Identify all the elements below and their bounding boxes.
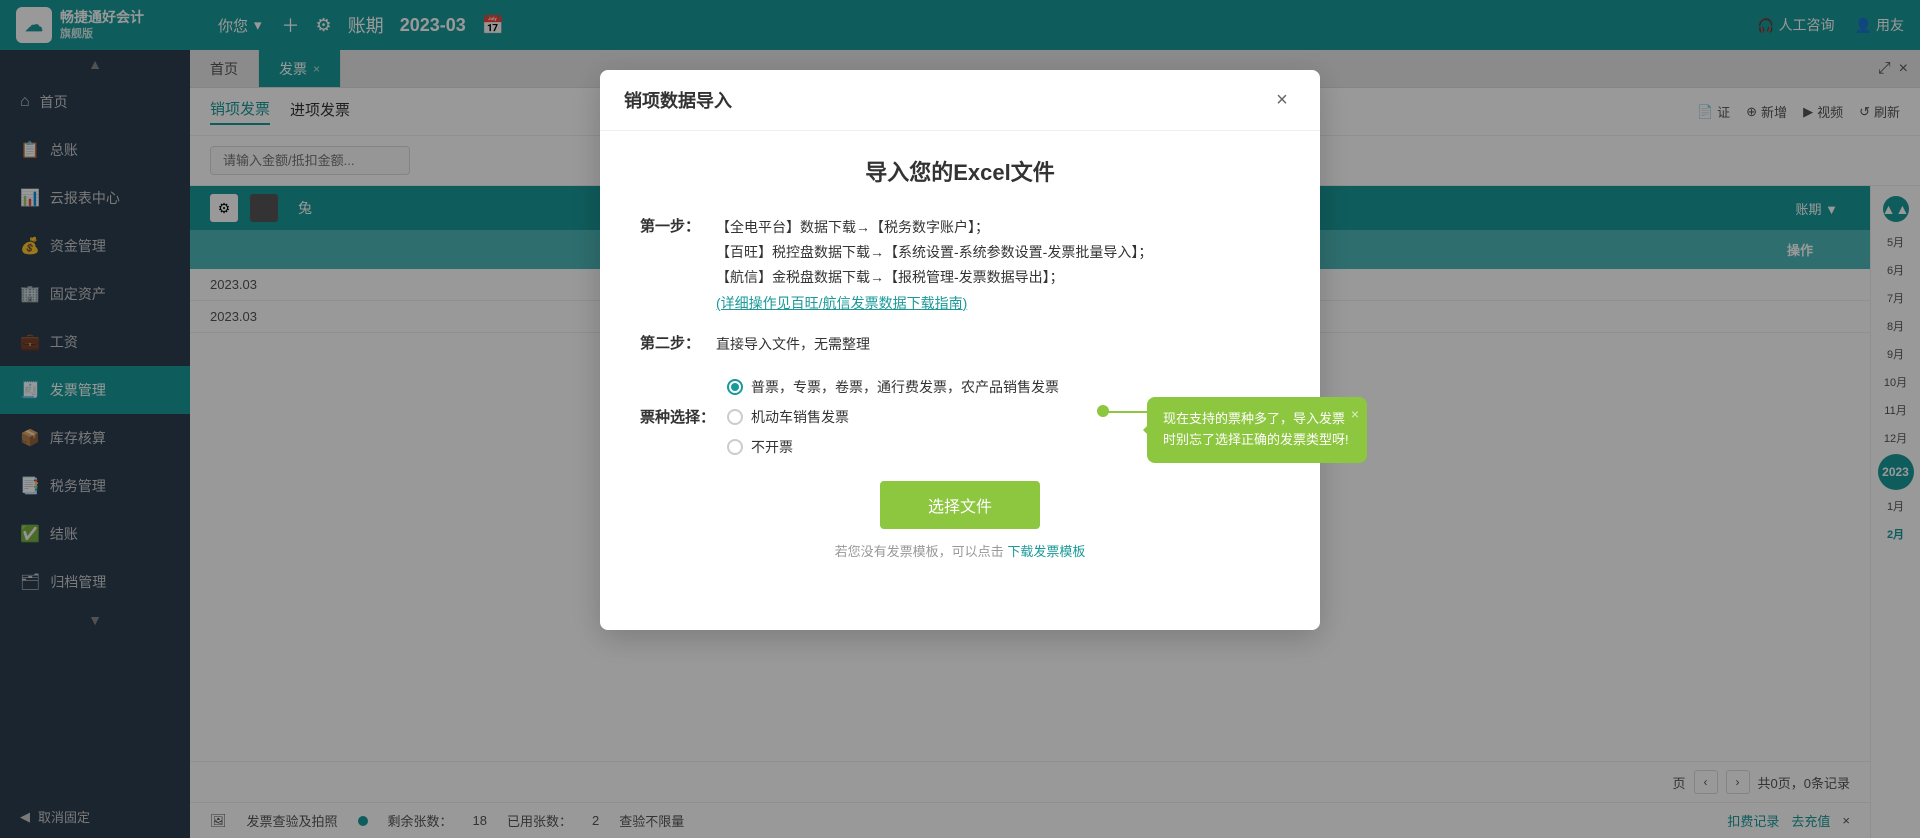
ticket-selection-row: 票种选择： 普票，专票，卷票，通行费发票，农产品销售发票 机动车销售发票	[640, 377, 1280, 457]
step1-line-1: 【全电平台】数据下载→【税务数字账户】；	[716, 215, 1152, 240]
modal-overlay: 销项数据导入 × 导入您的Excel文件 第一步： 【全电平台】数据下载→【税务…	[0, 0, 1920, 838]
radio-motor-circle[interactable]	[727, 409, 743, 425]
step1-label: 第一步：	[640, 215, 700, 316]
step1-content: 【全电平台】数据下载→【税务数字账户】； 【百旺】税控盘数据下载→【系统设置-系…	[716, 215, 1152, 316]
tooltip-dot	[1097, 405, 1109, 417]
modal-close-button[interactable]: ×	[1268, 86, 1296, 114]
modal-footer: 若您没有发票模板，可以点击 下载发票模板	[640, 541, 1280, 576]
modal-main-title: 导入您的Excel文件	[640, 155, 1280, 187]
step2-content: 直接导入文件，无需整理	[716, 332, 870, 357]
step1-line-2: 【百旺】税控盘数据下载→【系统设置-系统参数设置-发票批量导入】；	[716, 240, 1152, 265]
download-template-link[interactable]: 下载发票模板	[1007, 544, 1085, 559]
ticket-options: 普票，专票，卷票，通行费发票，农产品销售发票 机动车销售发票 不开票	[727, 377, 1059, 457]
radio-no-ticket[interactable]: 不开票	[727, 437, 1059, 457]
tooltip-line	[1103, 411, 1147, 413]
ticket-label: 票种选择：	[640, 406, 715, 427]
import-modal: 销项数据导入 × 导入您的Excel文件 第一步： 【全电平台】数据下载→【税务…	[600, 70, 1320, 630]
radio-normal-circle[interactable]	[727, 379, 743, 395]
tooltip-text: 现在支持的票种多了，导入发票时别忘了选择正确的发票类型呀!	[1163, 411, 1349, 447]
step1-line-3: 【航信】金税盘数据下载→【报税管理-发票数据导出】；	[716, 265, 1152, 290]
step2-row: 第二步： 直接导入文件，无需整理	[640, 332, 1280, 357]
modal-header: 销项数据导入 ×	[600, 70, 1320, 131]
radio-motor-ticket[interactable]: 机动车销售发票	[727, 407, 1059, 427]
radio-no-label: 不开票	[751, 437, 793, 457]
tooltip-close-button[interactable]: ×	[1351, 403, 1359, 425]
radio-motor-label: 机动车销售发票	[751, 407, 849, 427]
modal-title: 销项数据导入	[624, 87, 732, 113]
radio-normal-dot	[731, 383, 739, 391]
radio-normal-ticket[interactable]: 普票，专票，卷票，通行费发票，农产品销售发票	[727, 377, 1059, 397]
tooltip-bubble: × 现在支持的票种多了，导入发票时别忘了选择正确的发票类型呀!	[1147, 397, 1367, 463]
tooltip-anchor: × 现在支持的票种多了，导入发票时别忘了选择正确的发票类型呀!	[1147, 397, 1367, 463]
radio-no-circle[interactable]	[727, 439, 743, 455]
step1-row: 第一步： 【全电平台】数据下载→【税务数字账户】； 【百旺】税控盘数据下载→【系…	[640, 215, 1280, 316]
radio-normal-label: 普票，专票，卷票，通行费发票，农产品销售发票	[751, 377, 1059, 397]
modal-body: 导入您的Excel文件 第一步： 【全电平台】数据下载→【税务数字账户】； 【百…	[600, 131, 1320, 630]
step2-label: 第二步：	[640, 332, 700, 357]
step1-guide-link[interactable]: (详细操作见百旺/航信发票数据下载指南)	[716, 291, 1152, 316]
select-file-button[interactable]: 选择文件	[880, 481, 1040, 529]
